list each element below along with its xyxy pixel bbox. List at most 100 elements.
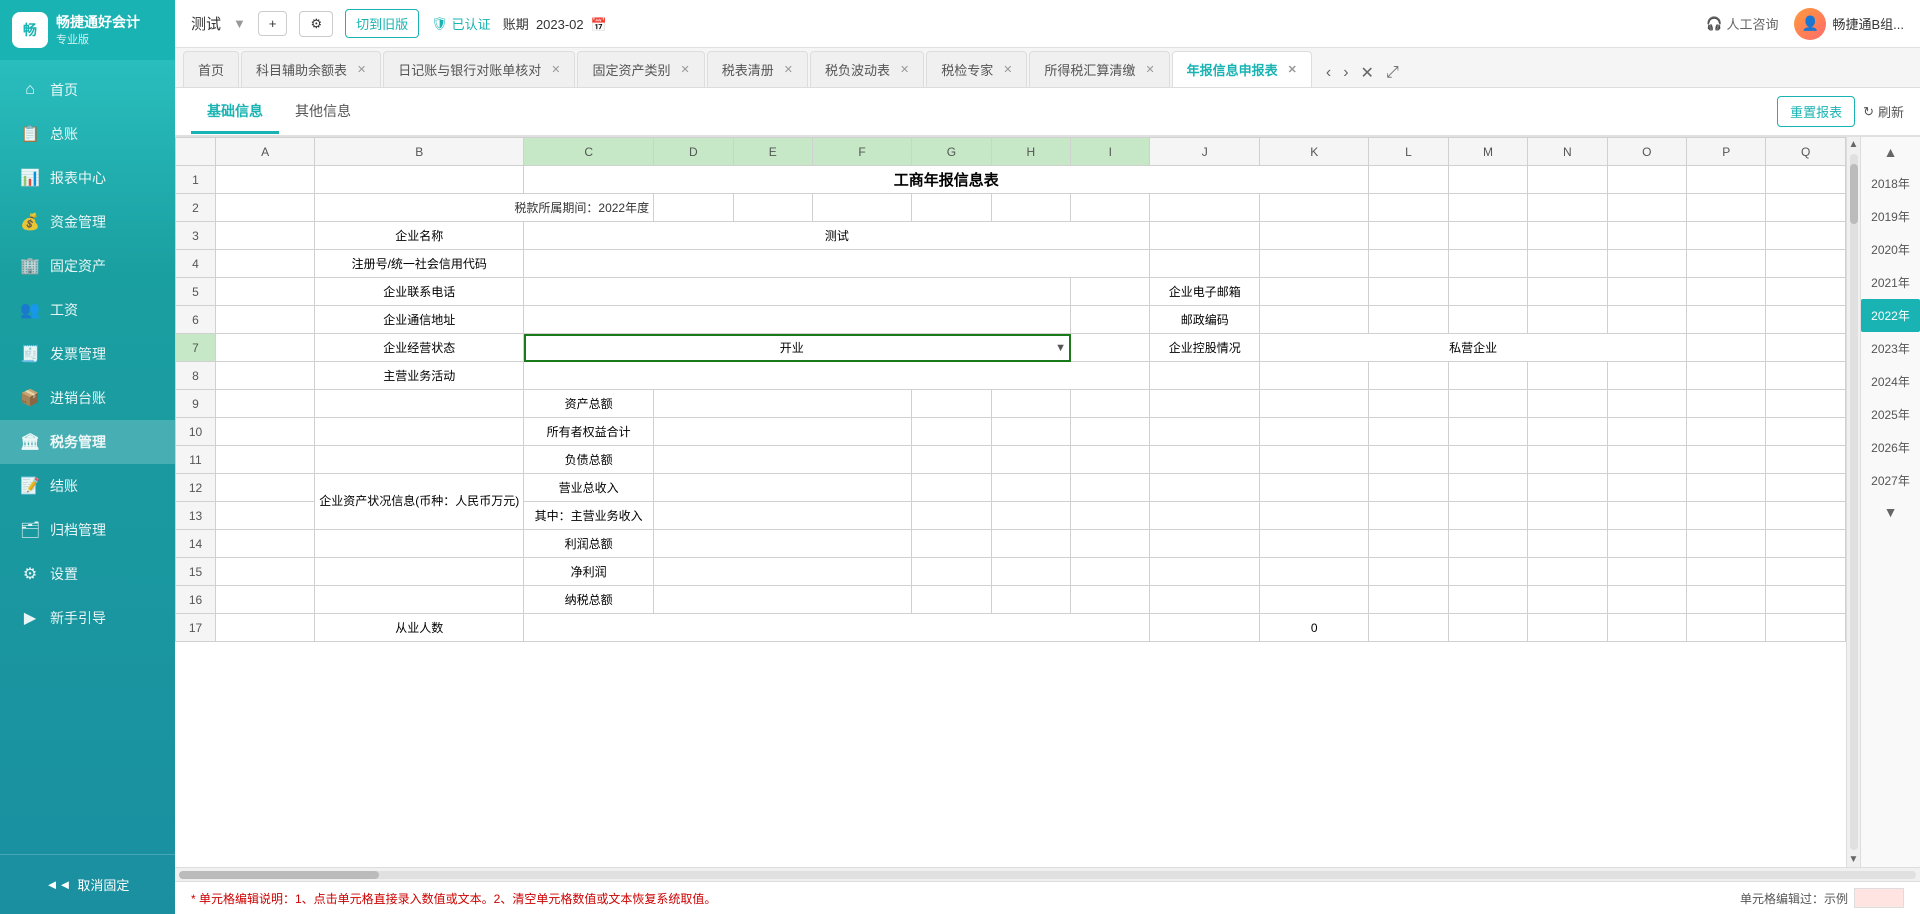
cell-10-C[interactable]: 所有者权益合计 [524, 418, 654, 446]
cell-4-B[interactable]: 注册号/统一社会信用代码 [315, 250, 524, 278]
cell-14-I[interactable] [1071, 530, 1150, 558]
cell-9-L[interactable] [1369, 390, 1448, 418]
cell-17-C[interactable] [524, 614, 1150, 642]
cell-14-C[interactable]: 利润总额 [524, 530, 654, 558]
cell-2-D[interactable] [654, 194, 733, 222]
cell-2-M[interactable] [1448, 194, 1527, 222]
sidebar-item-fixed[interactable]: 🏢 固定资产 [0, 244, 175, 288]
cell-11-H[interactable] [991, 446, 1070, 474]
cell-1-M[interactable] [1448, 166, 1527, 194]
cell-10-J[interactable] [1150, 418, 1260, 446]
tab-taxfluc[interactable]: 税负波动表 ✕ [810, 51, 924, 87]
cell-8-J[interactable] [1150, 362, 1260, 390]
cell-14-O[interactable] [1607, 530, 1686, 558]
col-header-F[interactable]: F [812, 138, 911, 166]
cell-5-I[interactable] [1071, 278, 1150, 306]
tab-aux-close[interactable]: ✕ [357, 63, 366, 76]
cell-5-J[interactable]: 企业电子邮箱 [1150, 278, 1260, 306]
cell-12-C[interactable]: 营业总收入 [524, 474, 654, 502]
vscroll-down-btn[interactable]: ▼ [1847, 852, 1861, 867]
cell-3-P[interactable] [1687, 222, 1766, 250]
cell-11-B[interactable] [315, 446, 524, 474]
cell-6-P[interactable] [1687, 306, 1766, 334]
cell-3-L[interactable] [1369, 222, 1448, 250]
cell-4-A[interactable] [216, 250, 315, 278]
cell-13-I[interactable] [1071, 502, 1150, 530]
cell-11-Q[interactable] [1766, 446, 1846, 474]
cell-17-M[interactable] [1448, 614, 1527, 642]
year-item-2027[interactable]: 2027年 [1861, 464, 1920, 497]
cell-11-G[interactable] [912, 446, 991, 474]
cell-17-N[interactable] [1528, 614, 1607, 642]
cell-12-K[interactable] [1260, 474, 1369, 502]
cell-15-O[interactable] [1607, 558, 1686, 586]
cell-17-K[interactable]: 0 [1260, 614, 1369, 642]
cell-8-B[interactable]: 主营业务活动 [315, 362, 524, 390]
cell-6-A[interactable] [216, 306, 315, 334]
cell-3-N[interactable] [1528, 222, 1607, 250]
sidebar-item-tax[interactable]: 🏛 税务管理 [0, 420, 175, 464]
cell-7-B[interactable]: 企业经营状态 [315, 334, 524, 362]
cell-13-K[interactable] [1260, 502, 1369, 530]
topbar-dropdown-icon[interactable]: ▼ [233, 16, 246, 31]
tab-next-btn[interactable]: › [1339, 62, 1352, 84]
cell-3-Q[interactable] [1766, 222, 1846, 250]
cell-10-O[interactable] [1607, 418, 1686, 446]
cell-13-P[interactable] [1687, 502, 1766, 530]
cell-7-Q[interactable] [1766, 334, 1846, 362]
cell-16-H[interactable] [991, 586, 1070, 614]
cell-2-E[interactable] [733, 194, 812, 222]
cell-17-J[interactable] [1150, 614, 1260, 642]
col-header-D[interactable]: D [654, 138, 733, 166]
cell-16-K[interactable] [1260, 586, 1369, 614]
tab-expand-btn[interactable]: ⤢ [1382, 62, 1403, 84]
cell-16-A[interactable] [216, 586, 315, 614]
cell-3-K[interactable] [1260, 222, 1369, 250]
year-item-2019[interactable]: 2019年 [1861, 200, 1920, 233]
col-header-M[interactable]: M [1448, 138, 1527, 166]
cell-15-L[interactable] [1369, 558, 1448, 586]
cell-4-O[interactable] [1607, 250, 1686, 278]
sidebar-item-checkout[interactable]: 📝 结账 [0, 464, 175, 508]
cell-15-B[interactable] [315, 558, 524, 586]
cell-13-A[interactable] [216, 502, 315, 530]
cell-5-P[interactable] [1687, 278, 1766, 306]
cell-9-J[interactable] [1150, 390, 1260, 418]
col-header-A[interactable]: A [216, 138, 315, 166]
cell-1-A[interactable] [216, 166, 315, 194]
cell-8-A[interactable] [216, 362, 315, 390]
cell-9-Q[interactable] [1766, 390, 1846, 418]
cell-5-A[interactable] [216, 278, 315, 306]
tab-incometax[interactable]: 所得税汇算清缴 ✕ [1029, 51, 1169, 87]
cell-4-K[interactable] [1260, 250, 1369, 278]
cell-4-Q[interactable] [1766, 250, 1846, 278]
tab-yearreport[interactable]: 年报信息申报表 ✕ [1172, 51, 1312, 87]
cell-2-F[interactable] [812, 194, 911, 222]
cell-2-K[interactable] [1260, 194, 1369, 222]
cell-1-Q[interactable] [1766, 166, 1846, 194]
cell-10-P[interactable] [1687, 418, 1766, 446]
dropdown-arrow-icon[interactable]: ▼ [1055, 342, 1066, 354]
cell-11-C[interactable]: 负债总额 [524, 446, 654, 474]
col-header-I[interactable]: I [1071, 138, 1150, 166]
cell-9-C[interactable]: 资产总额 [524, 390, 654, 418]
cell-10-A[interactable] [216, 418, 315, 446]
cell-12-O[interactable] [1607, 474, 1686, 502]
cell-6-Q[interactable] [1766, 306, 1846, 334]
cell-15-C[interactable]: 净利润 [524, 558, 654, 586]
cell-2-G[interactable] [912, 194, 991, 222]
cell-9-N[interactable] [1528, 390, 1607, 418]
cell-10-I[interactable] [1071, 418, 1150, 446]
cell-8-M[interactable] [1448, 362, 1527, 390]
cell-9-P[interactable] [1687, 390, 1766, 418]
cell-13-Q[interactable] [1766, 502, 1846, 530]
cell-1-L[interactable] [1369, 166, 1448, 194]
cell-8-C[interactable] [524, 362, 1150, 390]
cell-6-B[interactable]: 企业通信地址 [315, 306, 524, 334]
cell-5-Q[interactable] [1766, 278, 1846, 306]
cell-14-H[interactable] [991, 530, 1070, 558]
cell-14-G[interactable] [912, 530, 991, 558]
vscroll-track[interactable] [1850, 154, 1858, 850]
cell-10-G[interactable] [912, 418, 991, 446]
cell-2-H[interactable] [991, 194, 1070, 222]
